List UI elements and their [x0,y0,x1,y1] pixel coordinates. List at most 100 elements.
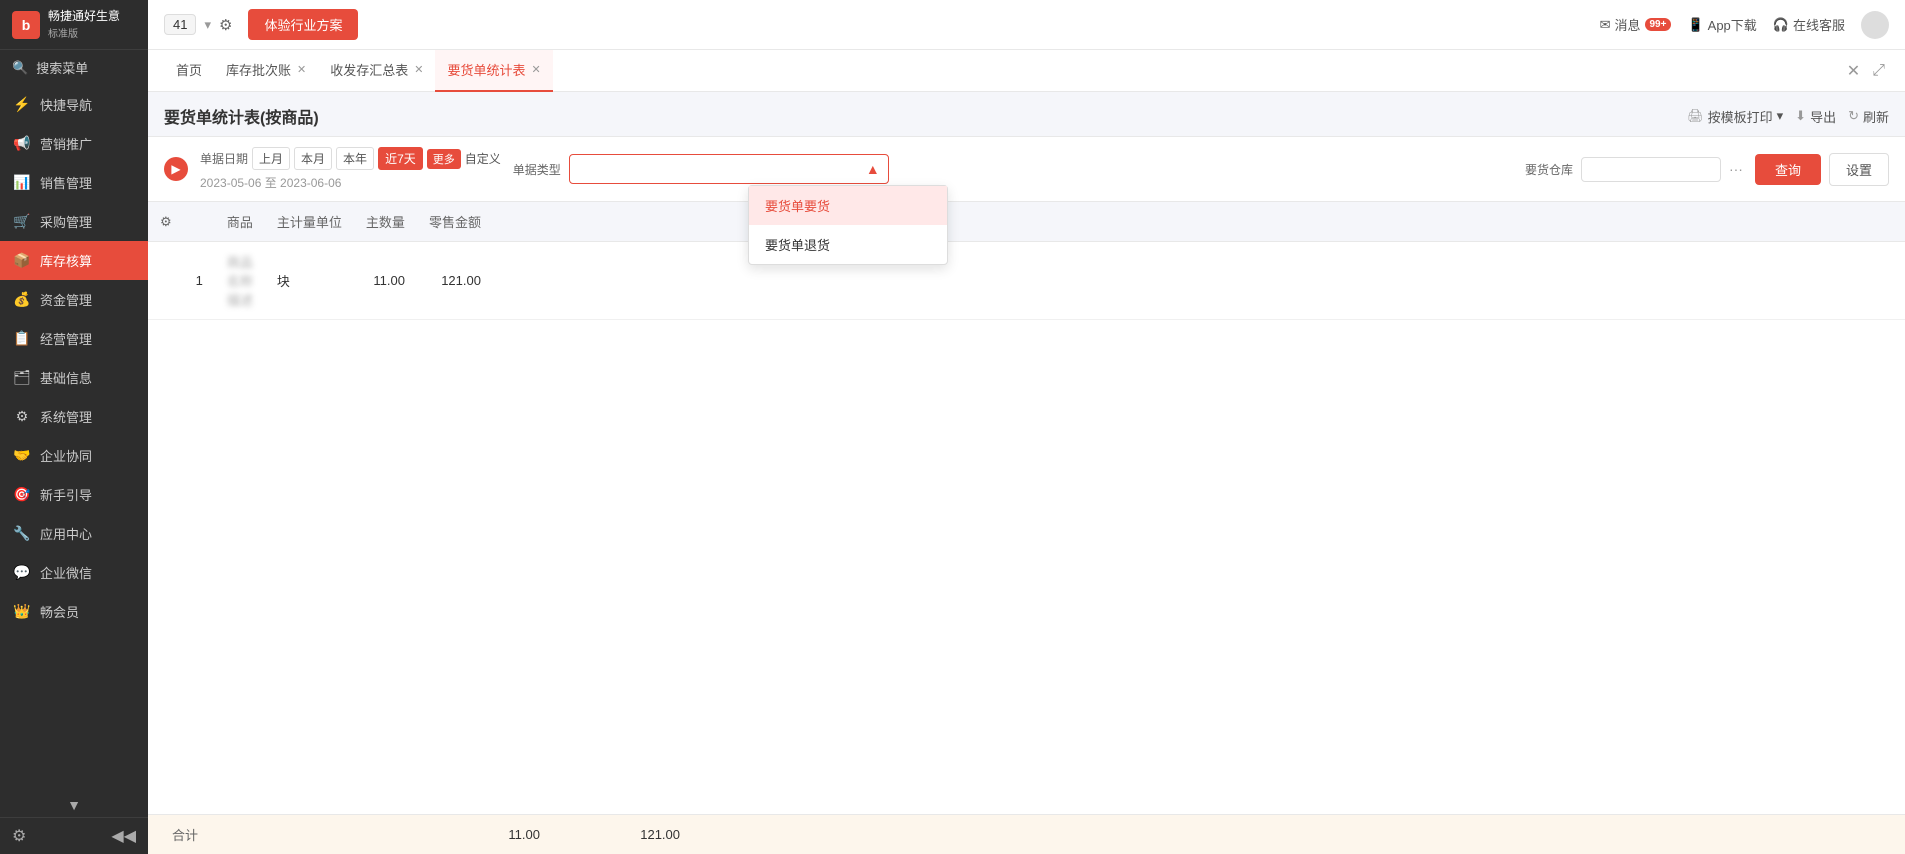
finance-icon: 💰 [12,291,32,308]
sidebar-item-quick-nav[interactable]: ⚡ 快捷导航 [0,85,148,124]
date-last7-btn[interactable]: 近7天 [378,147,423,170]
data-table: ⚙ 商品 主计量单位 主数量 零售金额 1 商品名称描述 [148,202,1905,320]
footer-amount: 121.00 [560,827,680,842]
export-btn[interactable]: ⬇ 导出 [1795,107,1836,126]
date-this-month-btn[interactable]: 本月 [294,147,332,170]
user-avatar[interactable] [1861,11,1889,39]
sidebar-item-label: 新手引导 [40,485,92,504]
export-icon: ⬇ [1795,108,1806,124]
dropdown-item-goods[interactable]: 要货单要货 [749,186,947,225]
filter-more-btn[interactable]: ··· [1729,161,1743,177]
filter-actions: 查询 设置 [1755,153,1889,186]
date-this-year-btn[interactable]: 本年 [336,147,374,170]
sidebar-item-operation[interactable]: 📋 经营管理 [0,319,148,358]
page-content: 要货单统计表(按商品) 🖨 按模板打印 ▾ ⬇ 导出 ↻ 刷新 ▶ [148,92,1905,854]
sidebar-bottom: ⚙ ◀◀ [0,817,148,854]
filter-type-group: 单据类型 ▲ [513,154,1513,184]
tab-home-label: 首页 [176,60,202,79]
template-print-label: 按模板打印 [1708,107,1773,126]
support-btn[interactable]: 🎧 在线客服 [1773,15,1845,34]
app-download-btn[interactable]: 📱 App下载 [1687,15,1756,34]
sidebar-item-label: 库存核算 [40,251,92,270]
template-print-btn[interactable]: 🖨 按模板打印 ▾ [1687,107,1783,126]
topbar-num: 41 [164,14,196,35]
tab-requisition-stats-label: 要货单统计表 [447,60,525,79]
sidebar-item-apps[interactable]: 🔧 应用中心 [0,514,148,553]
row-extra [493,242,1905,320]
sidebar-item-label: 应用中心 [40,524,92,543]
filter-warehouse-input[interactable] [1581,157,1721,182]
messages-label: 消息 [1614,15,1640,34]
sidebar: b 畅捷通好生意 标准版 🔍 搜索菜单 ⚡ 快捷导航 📢 营销推广 📊 销售管理… [0,0,148,854]
inventory-icon: 📦 [12,252,32,269]
sidebar-item-enterprise[interactable]: 🤝 企业协同 [0,436,148,475]
sidebar-item-basic[interactable]: 🗂 基础信息 [0,358,148,397]
refresh-icon: ↻ [1848,108,1859,124]
topbar-chevron-icon[interactable]: ▾ [204,17,211,33]
sidebar-item-label: 企业微信 [40,563,92,582]
sidebar-item-wechat[interactable]: 💬 企业微信 [0,553,148,592]
enterprise-icon: 🤝 [12,447,32,464]
sidebar-item-label: 资金管理 [40,290,92,309]
tab-receipt-summary-close[interactable]: ✕ [414,63,423,76]
filter-type-input[interactable] [578,162,866,177]
sidebar-item-sales[interactable]: 📊 销售管理 [0,163,148,202]
dropdown-item-return[interactable]: 要货单退货 [749,225,947,264]
filter-type-input-wrap[interactable]: ▲ [569,154,889,184]
date-more-btn[interactable]: 更多 [427,149,461,169]
tab-requisition-stats-close[interactable]: ✕ [532,63,541,76]
topbar-settings-icon[interactable]: ⚙ [219,16,232,34]
type-label: 单据类型 [513,161,561,178]
quick-nav-icon: ⚡ [12,96,32,113]
tabbar-actions: ✕ ⤢ [1843,59,1889,83]
tab-inventory-batch-close[interactable]: ✕ [297,63,306,76]
filter-expand-btn[interactable]: ▶ [164,157,188,181]
row-amount: 121.00 [417,242,493,320]
col-quantity: 主数量 [354,202,417,242]
sidebar-item-system[interactable]: ⚙ 系统管理 [0,397,148,436]
collapse-icon[interactable]: ◀◀ [111,826,136,846]
sidebar-scroll-down[interactable]: ▼ [0,793,148,817]
query-btn[interactable]: 查询 [1755,154,1821,185]
sidebar-item-finance[interactable]: 💰 资金管理 [0,280,148,319]
col-unit: 主计量单位 [265,202,354,242]
apps-icon: 🔧 [12,525,32,542]
tab-receipt-summary[interactable]: 收发存汇总表 ✕ [318,50,435,92]
template-print-chevron: ▾ [1777,108,1784,124]
sidebar-item-members[interactable]: 👑 畅会员 [0,592,148,631]
refresh-btn[interactable]: ↻ 刷新 [1848,107,1889,126]
sidebar-item-label: 系统管理 [40,407,92,426]
trial-btn[interactable]: 体验行业方案 [248,9,358,40]
tab-inventory-batch[interactable]: 库存批次账 ✕ [214,50,318,92]
topbar-right: ✉ 消息 99+ 📱 App下载 🎧 在线客服 [1600,11,1889,39]
tab-home[interactable]: 首页 [164,50,214,92]
logo-icon: b [12,11,40,39]
filter-type-chevron-icon[interactable]: ▲ [866,161,880,177]
phone-icon: 📱 [1687,17,1703,33]
sidebar-item-label: 基础信息 [40,368,92,387]
sidebar-item-marketing[interactable]: 📢 营销推广 [0,124,148,163]
filter-date-range: 2023-05-06 至 2023-06-06 [200,174,501,191]
sidebar-item-inventory[interactable]: 📦 库存核算 [0,241,148,280]
sidebar-item-purchase[interactable]: 🛒 采购管理 [0,202,148,241]
page-header-actions: 🖨 按模板打印 ▾ ⬇ 导出 ↻ 刷新 [1687,107,1889,126]
sidebar-item-guide[interactable]: 🎯 新手引导 [0,475,148,514]
col-settings[interactable]: ⚙ [148,202,184,242]
row-settings [148,242,184,320]
date-custom-btn[interactable]: 自定义 [465,150,501,167]
tab-maximize-btn[interactable]: ⤢ [1868,60,1889,82]
messages-btn[interactable]: ✉ 消息 99+ [1600,15,1672,34]
tab-receipt-summary-label: 收发存汇总表 [330,60,408,79]
tab-requisition-stats[interactable]: 要货单统计表 ✕ [435,50,552,92]
sidebar-item-label: 畅会员 [40,602,79,621]
settings-btn[interactable]: 设置 [1829,153,1889,186]
system-icon: ⚙ [12,408,32,425]
refresh-label: 刷新 [1863,107,1889,126]
tab-close-all-btn[interactable]: ✕ [1843,59,1864,83]
sidebar-search[interactable]: 🔍 搜索菜单 [0,50,148,85]
settings-icon[interactable]: ⚙ [12,826,26,846]
date-prev-month-btn[interactable]: 上月 [252,147,290,170]
sidebar-item-label: 企业协同 [40,446,92,465]
main-content: 41 ▾ ⚙ 体验行业方案 ✉ 消息 99+ 📱 App下载 🎧 在线客服 首 [148,0,1905,854]
row-index: 1 [184,242,215,320]
